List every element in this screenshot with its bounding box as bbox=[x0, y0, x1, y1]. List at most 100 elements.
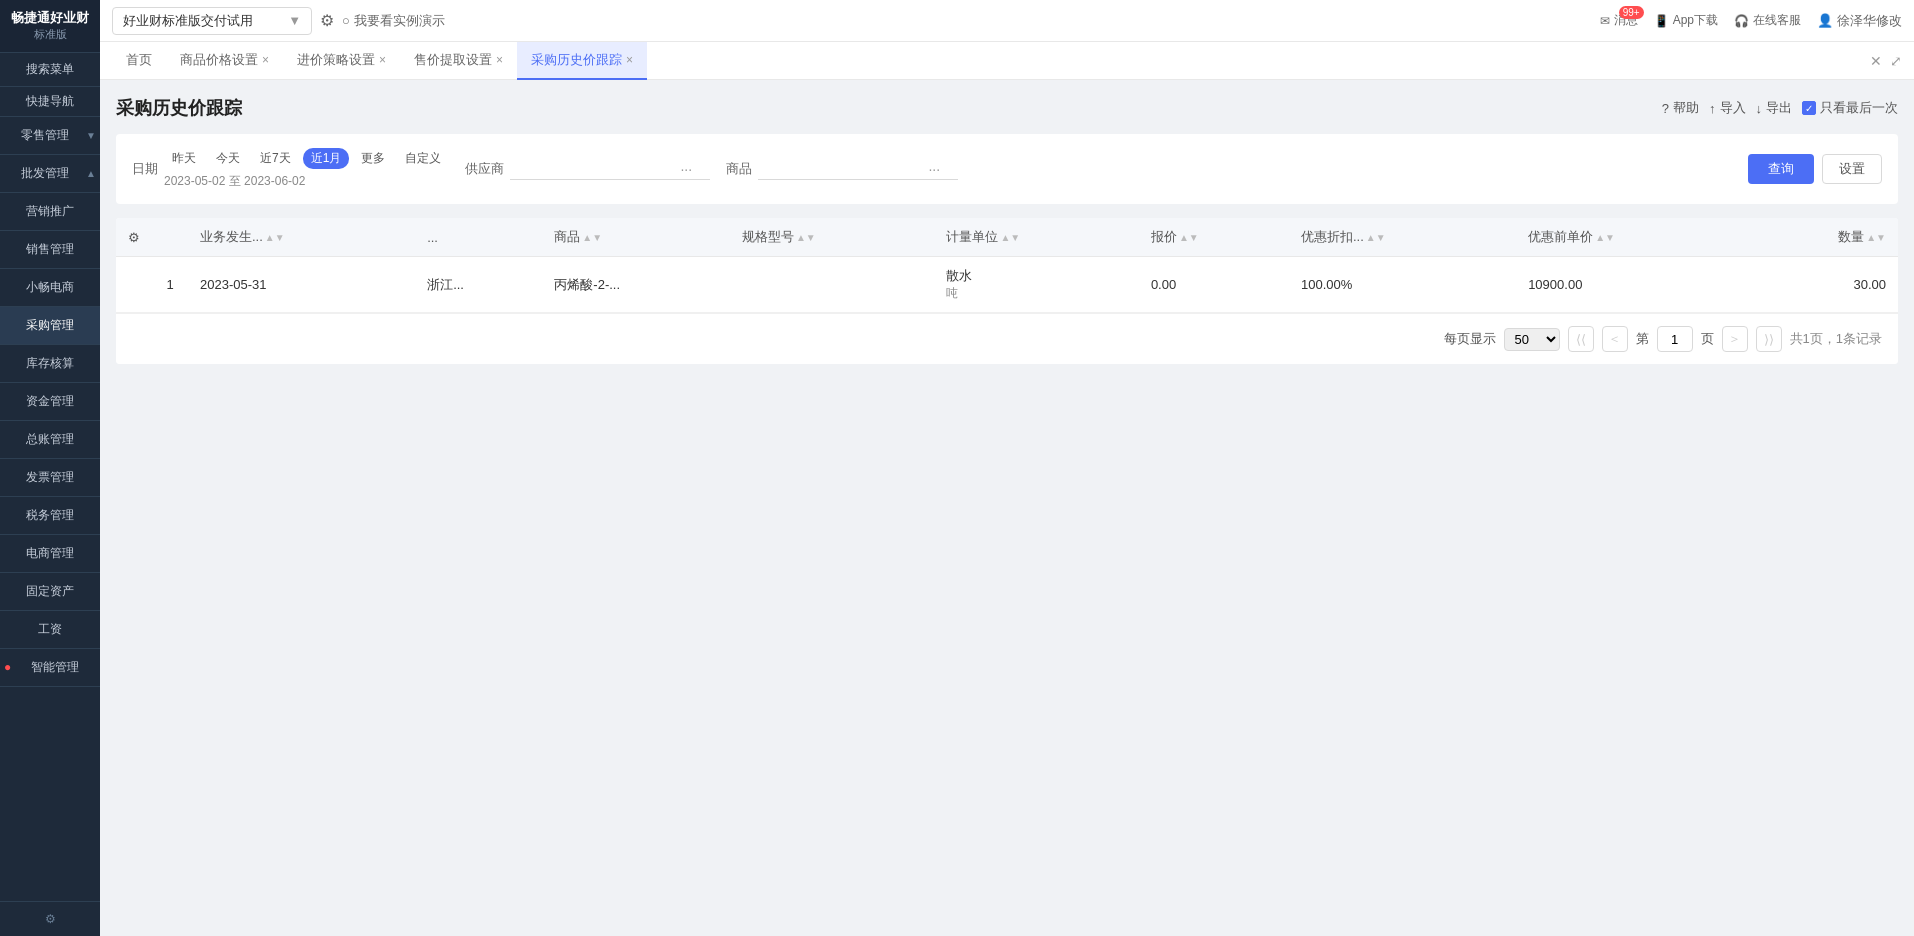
user-label: 徐泽华修改 bbox=[1837, 12, 1902, 30]
td-supplier: 浙江... bbox=[415, 257, 542, 313]
sidebar-item-payroll[interactable]: 工资 bbox=[0, 611, 100, 649]
date-filter-label: 日期 bbox=[132, 160, 158, 178]
sidebar-item-ecommerce-small-label: 小畅电商 bbox=[4, 279, 96, 296]
sidebar-item-general-ledger-label: 总账管理 bbox=[4, 431, 96, 448]
sidebar-item-sales-label: 销售管理 bbox=[4, 241, 96, 258]
headset-icon: 🎧 bbox=[1734, 14, 1749, 28]
sidebar-item-ecommerce[interactable]: 电商管理 bbox=[0, 535, 100, 573]
message-button[interactable]: ✉ 消息 99+ bbox=[1600, 12, 1638, 29]
tab-product-price[interactable]: 商品价格设置 × bbox=[166, 42, 283, 80]
sidebar-item-fixed-assets[interactable]: 固定资产 bbox=[0, 573, 100, 611]
page-prev-button[interactable]: ＜ bbox=[1602, 326, 1628, 352]
page-next-button[interactable]: ＞ bbox=[1722, 326, 1748, 352]
goods-more-icon[interactable]: ··· bbox=[928, 161, 940, 177]
tab-purchase-strategy[interactable]: 进价策略设置 × bbox=[283, 42, 400, 80]
th-spec-label: 规格型号 bbox=[742, 228, 794, 246]
sidebar-item-purchase-label: 采购管理 bbox=[4, 317, 96, 334]
demo-label: 我要看实例演示 bbox=[354, 12, 445, 30]
date-option-7days[interactable]: 近7天 bbox=[252, 148, 299, 169]
tab-purchase-strategy-close[interactable]: × bbox=[379, 53, 386, 67]
tab-sale-price[interactable]: 售价提取设置 × bbox=[400, 42, 517, 80]
sidebar-item-smart-mgmt[interactable]: ● 智能管理 bbox=[0, 649, 100, 687]
th-unit[interactable]: 计量单位 ▲▼ bbox=[934, 218, 1138, 257]
page-first-button[interactable]: ⟨⟨ bbox=[1568, 326, 1594, 352]
message-icon: ✉ bbox=[1600, 14, 1610, 28]
help-button[interactable]: ? 帮助 bbox=[1662, 99, 1699, 117]
app-download-button[interactable]: 📱 App下载 bbox=[1654, 12, 1718, 29]
sidebar-item-general-ledger[interactable]: 总账管理 bbox=[0, 421, 100, 459]
tab-purchase-history[interactable]: 采购历史价跟踪 × bbox=[517, 42, 647, 80]
date-option-yesterday[interactable]: 昨天 bbox=[164, 148, 204, 169]
sidebar-settings[interactable]: ⚙ bbox=[0, 901, 100, 936]
supplier-input[interactable] bbox=[516, 161, 676, 176]
sort-icon-price: ▲▼ bbox=[1179, 232, 1199, 243]
sort-icon-quantity: ▲▼ bbox=[1866, 232, 1886, 243]
sidebar-item-retail[interactable]: 零售管理 ▼ bbox=[0, 117, 100, 155]
date-option-1month[interactable]: 近1月 bbox=[303, 148, 350, 169]
only-latest-checkbox[interactable]: ✓ 只看最后一次 bbox=[1802, 99, 1898, 117]
sidebar-item-marketing-label: 营销推广 bbox=[4, 203, 96, 220]
tab-product-price-label: 商品价格设置 bbox=[180, 51, 258, 69]
tab-product-price-close[interactable]: × bbox=[262, 53, 269, 67]
online-service-button[interactable]: 🎧 在线客服 bbox=[1734, 12, 1801, 29]
setting-button[interactable]: 设置 bbox=[1822, 154, 1882, 184]
tab-home-label: 首页 bbox=[126, 51, 152, 69]
goods-input-wrap: ··· bbox=[758, 159, 958, 180]
app-download-label: App下载 bbox=[1673, 12, 1718, 29]
page-last-button[interactable]: ⟩⟩ bbox=[1756, 326, 1782, 352]
th-pre-discount-price[interactable]: 优惠前单价 ▲▼ bbox=[1516, 218, 1748, 257]
export-button[interactable]: ↓ 导出 bbox=[1756, 99, 1793, 117]
user-menu[interactable]: 👤 徐泽华修改 bbox=[1817, 12, 1902, 30]
sidebar-item-purchase[interactable]: 采购管理 bbox=[0, 307, 100, 345]
date-option-today[interactable]: 今天 bbox=[208, 148, 248, 169]
sidebar-item-tax[interactable]: 税务管理 bbox=[0, 497, 100, 535]
th-date[interactable]: 业务发生... ▲▼ bbox=[188, 218, 415, 257]
filter-supplier: 供应商 ··· bbox=[465, 159, 710, 180]
th-date-label: 业务发生... bbox=[200, 228, 263, 246]
close-window-icon[interactable]: ✕ bbox=[1870, 53, 1882, 69]
th-pre-discount-label: 优惠前单价 bbox=[1528, 228, 1593, 246]
per-page-select[interactable]: 50 100 200 bbox=[1504, 328, 1560, 351]
page-header: 采购历史价跟踪 ? 帮助 ↑ 导入 ↓ 导出 ✓ 只看最后一次 bbox=[116, 96, 1898, 120]
filter-bar: 日期 昨天 今天 近7天 近1月 更多 自定义 2023-05-02 至 202… bbox=[116, 134, 1898, 204]
user-icon: 👤 bbox=[1817, 13, 1833, 28]
th-gear[interactable]: ⚙ bbox=[116, 218, 152, 257]
sidebar-item-finance[interactable]: 资金管理 bbox=[0, 383, 100, 421]
sidebar-item-sales[interactable]: 销售管理 bbox=[0, 231, 100, 269]
data-table-wrap: ⚙ 业务发生... ▲▼ ... 商品 ▲▼ bbox=[116, 218, 1898, 364]
date-option-more[interactable]: 更多 bbox=[353, 148, 393, 169]
tab-home[interactable]: 首页 bbox=[112, 42, 166, 80]
sidebar-item-marketing[interactable]: 营销推广 bbox=[0, 193, 100, 231]
settings-icon[interactable]: ⚙ bbox=[320, 11, 334, 30]
date-option-custom[interactable]: 自定义 bbox=[397, 148, 449, 169]
query-button[interactable]: 查询 bbox=[1748, 154, 1814, 184]
expand-icon[interactable]: ⤢ bbox=[1890, 53, 1902, 69]
tab-bar: 首页 商品价格设置 × 进价策略设置 × 售价提取设置 × 采购历史价跟踪 × … bbox=[100, 42, 1914, 80]
demo-link[interactable]: ○ 我要看实例演示 bbox=[342, 12, 445, 30]
sidebar-quick-nav[interactable]: 快捷导航 bbox=[0, 87, 100, 117]
th-discount[interactable]: 优惠折扣... ▲▼ bbox=[1289, 218, 1516, 257]
th-goods[interactable]: 商品 ▲▼ bbox=[542, 218, 730, 257]
td-price: 0.00 bbox=[1139, 257, 1289, 313]
goods-filter-label: 商品 bbox=[726, 160, 752, 178]
th-dots[interactable]: ... bbox=[415, 218, 542, 257]
sidebar-item-inventory[interactable]: 库存核算 bbox=[0, 345, 100, 383]
version-selector[interactable]: 好业财标准版交付试用 ▼ bbox=[112, 7, 312, 35]
tab-purchase-history-close[interactable]: × bbox=[626, 53, 633, 67]
th-spec[interactable]: 规格型号 ▲▼ bbox=[730, 218, 934, 257]
sidebar-item-wholesale[interactable]: 批发管理 ▲ bbox=[0, 155, 100, 193]
goods-input[interactable] bbox=[764, 161, 924, 176]
import-button[interactable]: ↑ 导入 bbox=[1709, 99, 1746, 117]
sidebar-item-invoice[interactable]: 发票管理 bbox=[0, 459, 100, 497]
th-price-label: 报价 bbox=[1151, 228, 1177, 246]
sort-icon-goods: ▲▼ bbox=[582, 232, 602, 243]
export-icon: ↓ bbox=[1756, 101, 1763, 116]
sidebar-search[interactable]: 搜索菜单 bbox=[0, 53, 100, 87]
sidebar-item-ecommerce-small[interactable]: 小畅电商 bbox=[0, 269, 100, 307]
th-price[interactable]: 报价 ▲▼ bbox=[1139, 218, 1289, 257]
supplier-more-icon[interactable]: ··· bbox=[680, 161, 692, 177]
date-options: 昨天 今天 近7天 近1月 更多 自定义 2023-05-02 至 2023-0… bbox=[164, 148, 449, 190]
page-number-input[interactable] bbox=[1657, 326, 1693, 352]
th-quantity[interactable]: 数量 ▲▼ bbox=[1748, 218, 1898, 257]
tab-sale-price-close[interactable]: × bbox=[496, 53, 503, 67]
